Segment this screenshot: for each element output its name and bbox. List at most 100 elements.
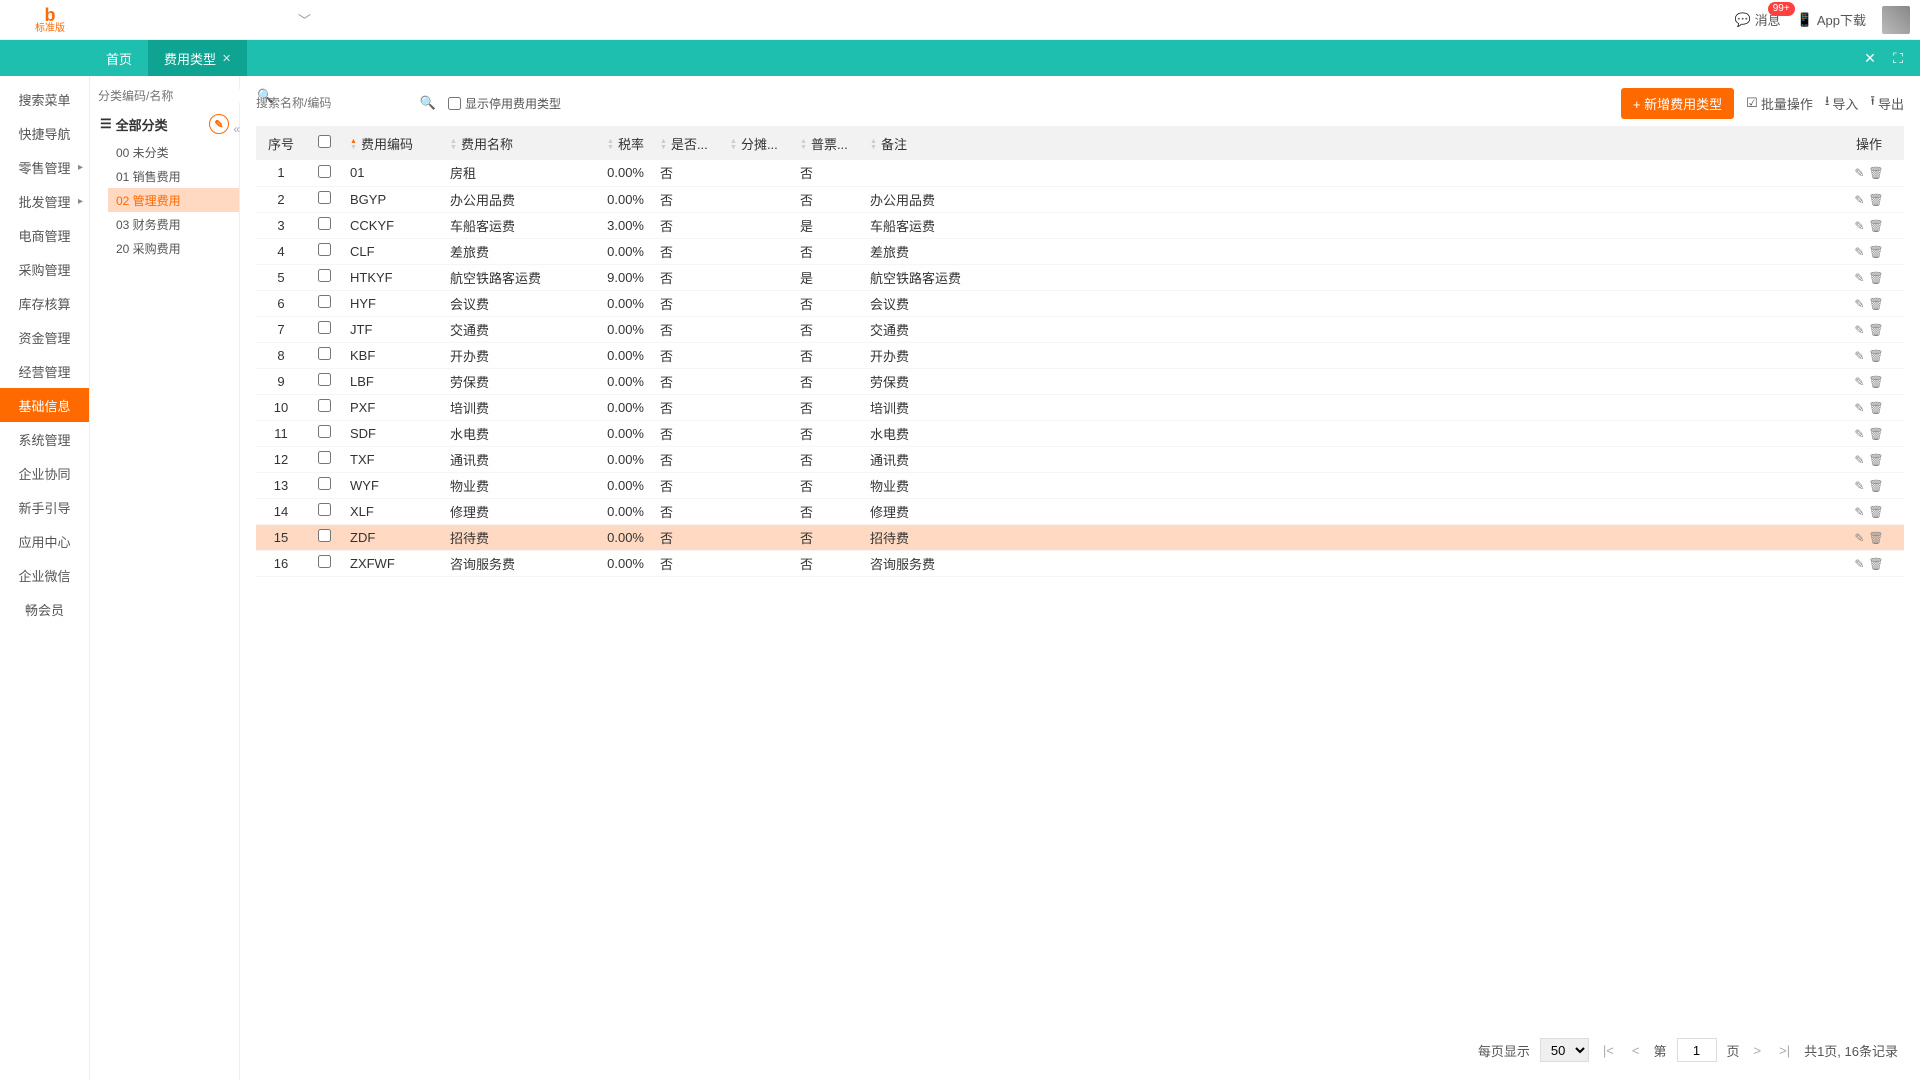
sidebar-item[interactable]: 系统管理: [0, 422, 89, 456]
edit-icon[interactable]: ✎: [1854, 505, 1864, 519]
table-row[interactable]: 16ZXFWF咨询服务费0.00%否否咨询服务费✎🗑: [256, 550, 1904, 576]
row-checkbox[interactable]: [318, 295, 331, 308]
col-apportion[interactable]: 分摊...: [722, 126, 792, 160]
sidebar-item[interactable]: 资金管理: [0, 320, 89, 354]
show-disabled-checkbox[interactable]: 显示停用费用类型: [448, 95, 561, 112]
edit-icon[interactable]: ✎: [1854, 245, 1864, 259]
sidebar-item[interactable]: 采购管理: [0, 252, 89, 286]
tab-close-all-button[interactable]: ✕: [1856, 40, 1884, 76]
cell-checkbox[interactable]: [306, 368, 342, 394]
edit-icon[interactable]: ✎: [1854, 375, 1864, 389]
show-disabled-input[interactable]: [448, 97, 461, 110]
delete-icon[interactable]: 🗑: [1868, 375, 1883, 389]
cell-checkbox[interactable]: [306, 160, 342, 186]
category-item[interactable]: 20 采购费用: [108, 236, 239, 260]
cell-checkbox[interactable]: [306, 238, 342, 264]
col-checkbox[interactable]: [306, 126, 342, 160]
table-row[interactable]: 5HTKYF航空铁路客运费9.00%否是航空铁路客运费✎🗑: [256, 264, 1904, 290]
sidebar-item[interactable]: 快捷导航: [0, 116, 89, 150]
row-checkbox[interactable]: [318, 373, 331, 386]
col-voucher[interactable]: 普票...: [792, 126, 862, 160]
row-checkbox[interactable]: [318, 529, 331, 542]
cell-checkbox[interactable]: [306, 186, 342, 212]
edit-icon[interactable]: ✎: [1854, 479, 1864, 493]
edit-icon[interactable]: ✎: [1854, 323, 1864, 337]
table-row[interactable]: 8KBF开办费0.00%否否开办费✎🗑: [256, 342, 1904, 368]
row-checkbox[interactable]: [318, 321, 331, 334]
export-button[interactable]: ⭱导出: [1870, 92, 1904, 114]
col-seq[interactable]: 序号: [256, 126, 306, 160]
edit-icon[interactable]: ✎: [1854, 427, 1864, 441]
cell-checkbox[interactable]: [306, 264, 342, 290]
category-item[interactable]: 02 管理费用: [108, 188, 239, 212]
edit-icon[interactable]: ✎: [1854, 219, 1864, 233]
search-icon[interactable]: 🔍: [420, 95, 436, 111]
sidebar-item[interactable]: 企业协同: [0, 456, 89, 490]
per-page-select[interactable]: 50: [1540, 1038, 1589, 1062]
table-row[interactable]: 6HYF会议费0.00%否否会议费✎🗑: [256, 290, 1904, 316]
org-selector[interactable]: [120, 10, 198, 29]
fullscreen-button[interactable]: ⛶: [1884, 40, 1912, 76]
table-row[interactable]: 10PXF培训费0.00%否否培训费✎🗑: [256, 394, 1904, 420]
edit-icon[interactable]: ✎: [1854, 297, 1864, 311]
delete-icon[interactable]: 🗑: [1868, 427, 1883, 441]
edit-icon[interactable]: ✎: [1854, 271, 1864, 285]
col-rate[interactable]: 税率: [582, 126, 652, 160]
delete-icon[interactable]: 🗑: [1868, 505, 1883, 519]
close-icon[interactable]: ✕: [222, 52, 231, 65]
table-row[interactable]: 3CCKYF车船客运费3.00%否是车船客运费✎🗑: [256, 212, 1904, 238]
col-isx[interactable]: 是否...: [652, 126, 722, 160]
edit-category-button[interactable]: ✎: [209, 114, 229, 134]
cell-checkbox[interactable]: [306, 498, 342, 524]
add-expense-type-button[interactable]: + 新增费用类型: [1621, 88, 1734, 119]
sidebar-item[interactable]: 畅会员: [0, 592, 89, 626]
table-row[interactable]: 14XLF修理费0.00%否否修理费✎🗑: [256, 498, 1904, 524]
delete-icon[interactable]: 🗑: [1868, 297, 1883, 311]
row-checkbox[interactable]: [318, 217, 331, 230]
category-all[interactable]: ☰ 全部分类 ✎: [90, 108, 239, 140]
cell-checkbox[interactable]: [306, 212, 342, 238]
delete-icon[interactable]: 🗑: [1868, 193, 1883, 207]
delete-icon[interactable]: 🗑: [1868, 401, 1883, 415]
edit-icon[interactable]: ✎: [1854, 453, 1864, 467]
table-row[interactable]: 15ZDF招待费0.00%否否招待费✎🗑: [256, 524, 1904, 550]
table-row[interactable]: 101房租0.00%否否✎🗑: [256, 160, 1904, 186]
row-checkbox[interactable]: [318, 269, 331, 282]
table-row[interactable]: 4CLF差旅费0.00%否否差旅费✎🗑: [256, 238, 1904, 264]
sidebar-item[interactable]: 零售管理▸: [0, 150, 89, 184]
delete-icon[interactable]: 🗑: [1868, 531, 1883, 545]
delete-icon[interactable]: 🗑: [1868, 271, 1883, 285]
category-item[interactable]: 01 销售费用: [108, 164, 239, 188]
row-checkbox[interactable]: [318, 451, 331, 464]
category-search-input[interactable]: [98, 89, 253, 103]
col-code[interactable]: 费用编码: [342, 126, 442, 160]
cell-checkbox[interactable]: [306, 550, 342, 576]
edit-icon[interactable]: ✎: [1854, 557, 1864, 571]
last-page-button[interactable]: >|: [1775, 1043, 1794, 1058]
tab-home[interactable]: 首页: [90, 40, 148, 76]
table-row[interactable]: 2BGYP办公用品费0.00%否否办公用品费✎🗑: [256, 186, 1904, 212]
collapse-panel-button[interactable]: «: [233, 122, 240, 136]
import-button[interactable]: ⭳导入: [1825, 92, 1859, 114]
row-checkbox[interactable]: [318, 555, 331, 568]
row-checkbox[interactable]: [318, 347, 331, 360]
col-name[interactable]: 费用名称: [442, 126, 582, 160]
table-row[interactable]: 7JTF交通费0.00%否否交通费✎🗑: [256, 316, 1904, 342]
table-search-input[interactable]: [256, 96, 420, 110]
row-checkbox[interactable]: [318, 191, 331, 204]
delete-icon[interactable]: 🗑: [1868, 166, 1883, 180]
delete-icon[interactable]: 🗑: [1868, 557, 1883, 571]
chevron-down-icon[interactable]: ﹀: [298, 10, 311, 29]
next-page-button[interactable]: >: [1750, 1043, 1766, 1058]
cell-checkbox[interactable]: [306, 420, 342, 446]
cell-checkbox[interactable]: [306, 394, 342, 420]
row-checkbox[interactable]: [318, 399, 331, 412]
col-remark[interactable]: 备注: [862, 126, 1834, 160]
sidebar-item[interactable]: 库存核算: [0, 286, 89, 320]
row-checkbox[interactable]: [318, 243, 331, 256]
cell-checkbox[interactable]: [306, 290, 342, 316]
cell-checkbox[interactable]: [306, 524, 342, 550]
sidebar-item[interactable]: 应用中心: [0, 524, 89, 558]
sidebar-item[interactable]: 电商管理: [0, 218, 89, 252]
category-item[interactable]: 03 财务费用: [108, 212, 239, 236]
